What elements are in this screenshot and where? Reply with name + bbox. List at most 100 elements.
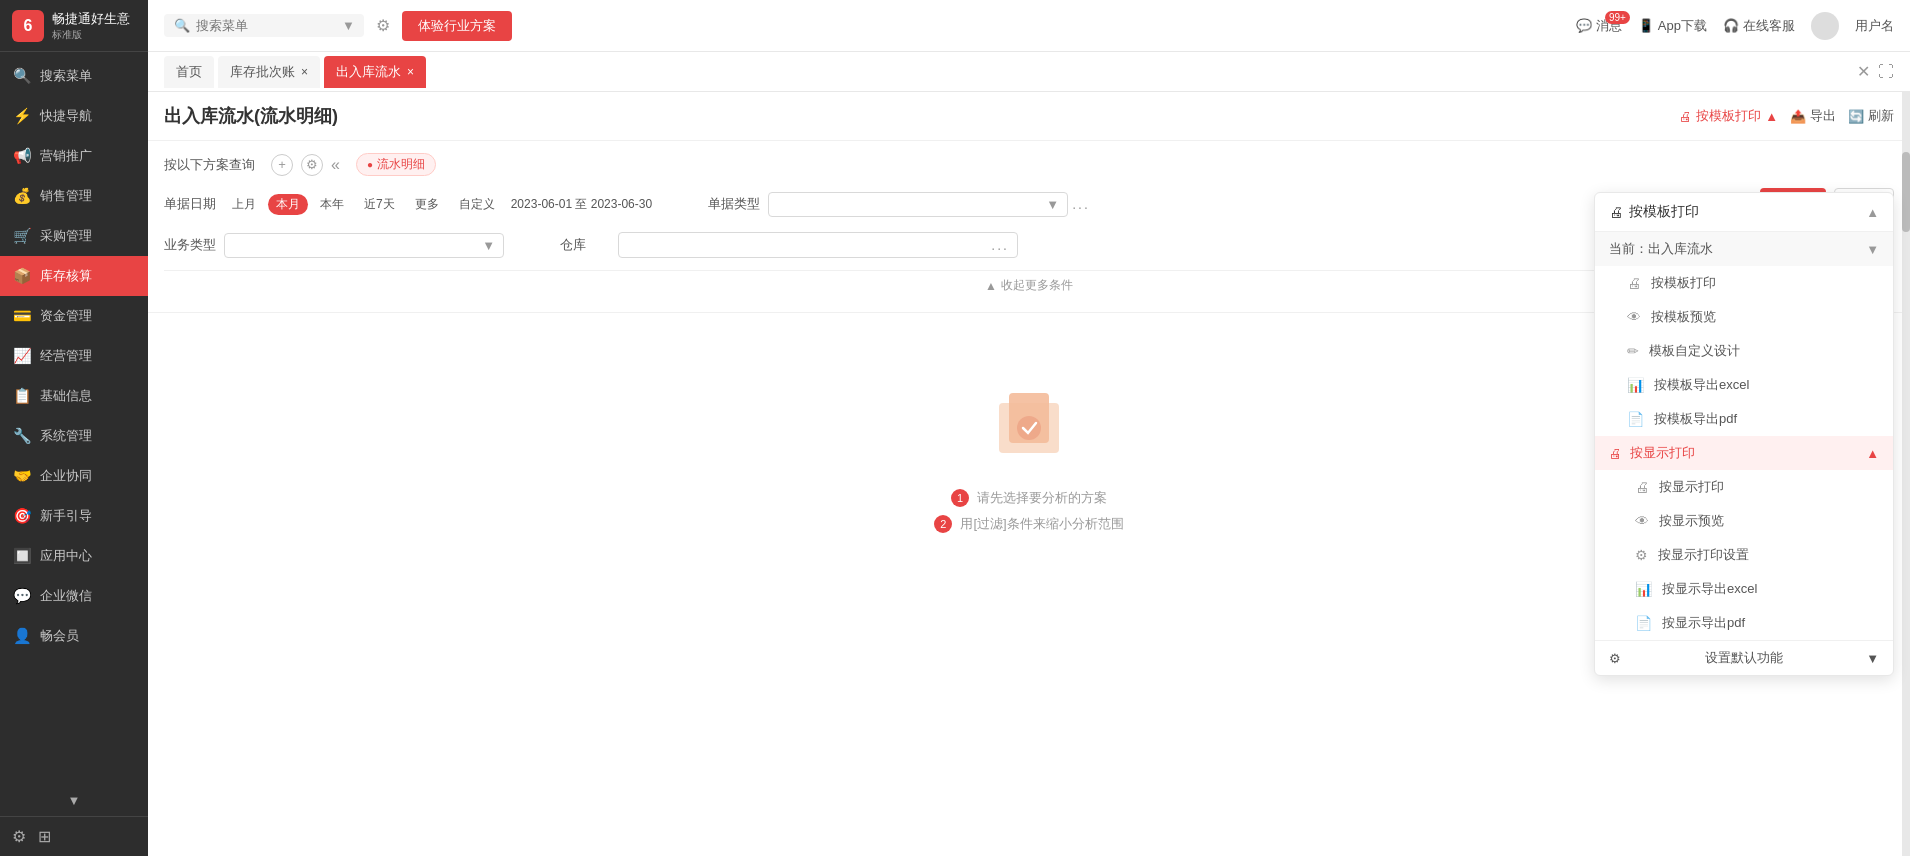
filter-tag-icon: ● [367, 159, 373, 170]
search-dropdown-icon[interactable]: ▼ [342, 18, 355, 33]
sales-icon: 💰 [12, 186, 32, 206]
current-template-label: 当前：出入库流水 [1609, 240, 1713, 258]
warehouse-more-btn[interactable]: ... [991, 237, 1009, 253]
marketing-icon: 📢 [12, 146, 32, 166]
sidebar-item-purchase[interactable]: 🛒 采购管理 [0, 216, 148, 256]
sidebar-item-guide[interactable]: 🎯 新手引导 [0, 496, 148, 536]
sidebar-item-search[interactable]: 🔍 搜索菜单 [0, 56, 148, 96]
print-dropdown-arrow[interactable]: ▲ [1765, 109, 1778, 124]
display-section-arrow[interactable]: ▲ [1866, 446, 1879, 461]
date-range-display[interactable]: 2023-06-01 至 2023-06-30 [511, 196, 652, 213]
date-this-month-btn[interactable]: 本月 [268, 194, 308, 215]
sidebar-logo: 6 畅捷通好生意 标准版 [0, 0, 148, 52]
filter-settings-button[interactable]: ⚙ [301, 154, 323, 176]
dropdown-print-icon: 🖨 [1609, 204, 1623, 220]
username-label[interactable]: 用户名 [1855, 17, 1894, 35]
wechat-icon: 💬 [12, 586, 32, 606]
date-this-year-btn[interactable]: 本年 [312, 194, 352, 215]
sidebar-item-basic-info[interactable]: 📋 基础信息 [0, 376, 148, 416]
sidebar-scroll-down[interactable]: ▼ [0, 785, 148, 816]
search-input[interactable] [196, 18, 336, 33]
warehouse-label: 仓库 [560, 236, 610, 254]
user-avatar[interactable] [1811, 12, 1839, 40]
doc-type-filter: ▼ ... [768, 192, 1090, 217]
topbar-gear-icon[interactable]: ⚙ [376, 16, 390, 35]
filter-collapse-button[interactable]: « [331, 156, 340, 174]
sidebar-item-app-center[interactable]: 🔲 应用中心 [0, 536, 148, 576]
sidebar-item-wechat[interactable]: 💬 企业微信 [0, 576, 148, 616]
online-service-button[interactable]: 🎧 在线客服 [1723, 17, 1795, 35]
export-button[interactable]: 📤 导出 [1790, 107, 1836, 125]
display-pdf-icon: 📄 [1635, 615, 1652, 631]
tab-inventory-batch[interactable]: 库存批次账 × [218, 56, 320, 88]
tab-inventory-flow[interactable]: 出入库流水 × [324, 56, 426, 88]
display-print-settings-item[interactable]: ⚙ 按显示打印设置 [1595, 538, 1893, 572]
display-export-excel-item[interactable]: 📊 按显示导出excel [1595, 572, 1893, 606]
guide-icon: 🎯 [12, 506, 32, 526]
inventory-batch-close-icon[interactable]: × [301, 65, 308, 79]
doc-type-dropdown-icon: ▼ [1046, 197, 1059, 212]
display-export-pdf-item[interactable]: 📄 按显示导出pdf [1595, 606, 1893, 640]
enterprise-icon: 🤝 [12, 466, 32, 486]
app-download-button[interactable]: 📱 App下载 [1638, 17, 1707, 35]
tabs-window-controls: ✕ ⛶ [1857, 62, 1894, 81]
refresh-button[interactable]: 🔄 刷新 [1848, 107, 1894, 125]
inventory-flow-close-icon[interactable]: × [407, 65, 414, 79]
sidebar-item-finance[interactable]: 💳 资金管理 [0, 296, 148, 336]
warehouse-col: 仓库 ... [560, 232, 1018, 258]
display-print-item[interactable]: 🖨 按显示打印 [1595, 470, 1893, 504]
settings-bottom-icon[interactable]: ⚙ [12, 827, 26, 846]
sidebar-item-operations[interactable]: 📈 经营管理 [0, 336, 148, 376]
right-scrollbar[interactable] [1902, 92, 1910, 856]
close-window-button[interactable]: ✕ [1857, 62, 1870, 81]
doc-type-select[interactable]: ▼ [768, 192, 1068, 217]
template-section: 当前：出入库流水 ▼ 🖨 按模板打印 👁 按模板预览 ✏ [1595, 232, 1893, 436]
page-title: 出入库流水(流水明细) [164, 104, 338, 128]
dropdown-footer[interactable]: ⚙ 设置默认功能 ▼ [1595, 640, 1893, 675]
menu-toggle-icon[interactable]: ⊞ [38, 827, 51, 846]
trial-button[interactable]: 体验行业方案 [402, 11, 512, 41]
sidebar-item-system[interactable]: 🔧 系统管理 [0, 416, 148, 456]
biz-type-dropdown-icon: ▼ [482, 238, 495, 253]
home-tab-label: 首页 [176, 63, 202, 81]
template-export-excel-item[interactable]: 📊 按模板导出excel [1595, 368, 1893, 402]
inventory-icon: 📦 [12, 266, 32, 286]
biz-type-select[interactable]: ▼ [224, 233, 504, 258]
sidebar-item-marketing[interactable]: 📢 营销推广 [0, 136, 148, 176]
template-section-header[interactable]: 当前：出入库流水 ▼ [1595, 232, 1893, 266]
date-custom-btn[interactable]: 自定义 [451, 194, 503, 215]
display-settings-icon: ⚙ [1635, 547, 1648, 563]
maximize-window-button[interactable]: ⛶ [1878, 62, 1894, 81]
template-arrow-icon[interactable]: ▼ [1866, 242, 1879, 257]
doc-type-more-btn[interactable]: ... [1072, 196, 1090, 212]
template-preview-item[interactable]: 👁 按模板预览 [1595, 300, 1893, 334]
display-preview-item[interactable]: 👁 按显示预览 [1595, 504, 1893, 538]
template-custom-design-item[interactable]: ✏ 模板自定义设计 [1595, 334, 1893, 368]
content-area: 出入库流水(流水明细) 🖨 按模板打印 ▲ 📤 导出 🔄 [148, 92, 1910, 856]
filter-add-button[interactable]: + [271, 154, 293, 176]
collapse-up-icon: ▲ [985, 279, 997, 293]
template-export-pdf-item[interactable]: 📄 按模板导出pdf [1595, 402, 1893, 436]
inventory-flow-tab-label: 出入库流水 [336, 63, 401, 81]
display-excel-icon: 📊 [1635, 581, 1652, 597]
date-last-month-btn[interactable]: 上月 [224, 194, 264, 215]
topbar-search-box[interactable]: 🔍 ▼ [164, 14, 364, 37]
date-7days-btn[interactable]: 近7天 [356, 194, 403, 215]
tabs-bar: 首页 库存批次账 × 出入库流水 × ✕ ⛶ [148, 52, 1910, 92]
template-print-item[interactable]: 🖨 按模板打印 [1595, 266, 1893, 300]
message-button[interactable]: 💬 消息 99+ [1576, 17, 1622, 35]
sidebar-item-enterprise[interactable]: 🤝 企业协同 [0, 456, 148, 496]
sidebar-item-inventory[interactable]: 📦 库存核算 [0, 256, 148, 296]
tab-home[interactable]: 首页 [164, 56, 214, 88]
date-more-btn[interactable]: 更多 [407, 194, 447, 215]
dropdown-close-arrow[interactable]: ▲ [1866, 205, 1879, 220]
sidebar-item-quick-nav[interactable]: ⚡ 快捷导航 [0, 96, 148, 136]
sidebar-item-sales[interactable]: 💰 销售管理 [0, 176, 148, 216]
app-download-icon: 📱 [1638, 18, 1654, 33]
warehouse-select[interactable]: ... [618, 232, 1018, 258]
svg-point-2 [1017, 416, 1041, 440]
display-section-header[interactable]: 🖨 按显示打印 ▲ [1595, 436, 1893, 470]
print-button[interactable]: 🖨 按模板打印 ▲ [1679, 107, 1778, 125]
sidebar-item-member[interactable]: 👤 畅会员 [0, 616, 148, 656]
filter-tag-liushui[interactable]: ● 流水明细 [356, 153, 436, 176]
